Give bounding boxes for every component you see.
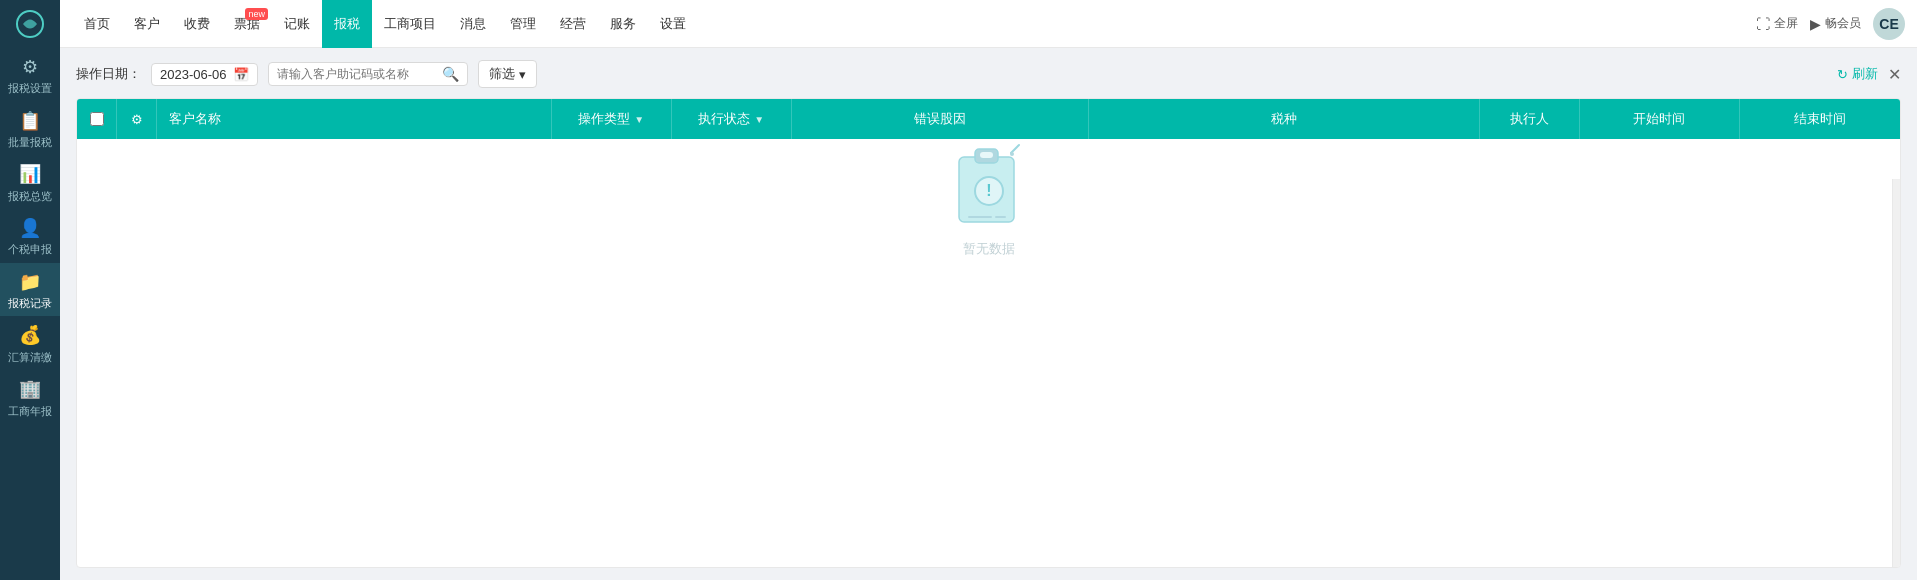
refresh-button[interactable]: ↻ 刷新: [1837, 65, 1878, 83]
th-end-time: 结束时间: [1740, 99, 1900, 139]
topnav-label-customer: 客户: [134, 15, 160, 33]
sidebar-label-batch-tax: 批量报税: [8, 135, 52, 149]
sidebar-logo: [0, 0, 60, 48]
fullscreen-label: 全屏: [1774, 15, 1798, 32]
topnav-label-service: 服务: [610, 15, 636, 33]
sidebar: ⚙ 报税设置 📋 批量报税 📊 报税总览 👤 个税申报 📁 报税记录 💰 汇算清…: [0, 0, 60, 580]
annual-report-icon: 🏢: [19, 378, 41, 401]
topnav-item-management[interactable]: 管理: [498, 0, 548, 48]
member-button[interactable]: ▶ 畅会员: [1810, 15, 1861, 32]
filter-button[interactable]: 筛选 ▾: [478, 60, 537, 88]
date-picker[interactable]: 2023-06-06 📅: [151, 63, 258, 86]
topnav-item-finance[interactable]: 经营: [548, 0, 598, 48]
th-settings[interactable]: ⚙: [117, 99, 157, 139]
sidebar-label-tax-overview: 报税总览: [8, 189, 52, 203]
empty-illustration: !: [949, 139, 1029, 234]
exec-status-filter-icon: ▼: [754, 114, 764, 125]
sidebar-item-batch-tax[interactable]: 📋 批量报税: [0, 102, 60, 156]
th-customer-name: 客户名称: [157, 99, 552, 139]
th-tax-type: 税种: [1089, 99, 1480, 139]
topnav-label-business: 工商项目: [384, 15, 436, 33]
topnav-item-billing[interactable]: 收费: [172, 0, 222, 48]
settings-icon: ⚙: [131, 112, 143, 127]
member-icon: ▶: [1810, 16, 1821, 32]
empty-state: ! 暂无数据: [77, 139, 1900, 258]
svg-line-8: [1011, 145, 1019, 153]
settlement-icon: 💰: [19, 324, 41, 347]
table-header: ⚙ 客户名称 操作类型 ▼ 执行状态 ▼ 错误股因 税种: [77, 99, 1900, 139]
toolbar-right: ↻ 刷新 ✕: [1837, 65, 1901, 84]
tax-settings-icon: ⚙: [22, 56, 38, 79]
batch-tax-icon: 📋: [19, 110, 41, 133]
topnav-item-invoice[interactable]: 票据new: [222, 0, 272, 48]
refresh-label: 刷新: [1852, 65, 1878, 83]
content-area: 操作日期： 2023-06-06 📅 🔍 筛选 ▾ ↻ 刷新 ✕: [60, 48, 1917, 580]
topnav-label-bookkeeping: 记账: [284, 15, 310, 33]
toolbar: 操作日期： 2023-06-06 📅 🔍 筛选 ▾ ↻ 刷新 ✕: [76, 60, 1901, 88]
topnav-item-bookkeeping[interactable]: 记账: [272, 0, 322, 48]
member-label: 畅会员: [1825, 15, 1861, 32]
topnav-item-business[interactable]: 工商项目: [372, 0, 448, 48]
topnav-item-settings[interactable]: 设置: [648, 0, 698, 48]
refresh-icon: ↻: [1837, 67, 1848, 82]
sidebar-item-settlement[interactable]: 💰 汇算清缴: [0, 316, 60, 370]
calendar-icon: 📅: [233, 67, 249, 82]
sidebar-label-settlement: 汇算清缴: [8, 350, 52, 364]
topnav-label-finance: 经营: [560, 15, 586, 33]
individual-tax-icon: 👤: [19, 217, 41, 240]
topnav-label-settings: 设置: [660, 15, 686, 33]
svg-point-9: [1010, 152, 1014, 156]
filter-label: 筛选: [489, 65, 515, 83]
sidebar-item-tax-overview[interactable]: 📊 报税总览: [0, 155, 60, 209]
sidebar-label-individual-tax: 个税申报: [8, 242, 52, 256]
main-area: 首页 客户 收费票据new 记账 报税 工商项目 消息 管理 经营 服务 设置 ⛶ 全屏 ▶ 畅会员…: [60, 0, 1917, 580]
op-type-filter-icon: ▼: [634, 114, 644, 125]
tax-overview-icon: 📊: [19, 163, 41, 186]
topnav-item-service[interactable]: 服务: [598, 0, 648, 48]
th-checkbox[interactable]: [77, 99, 117, 139]
svg-rect-3: [980, 152, 993, 158]
badge-new: new: [245, 8, 268, 21]
sidebar-item-tax-records[interactable]: 📁 报税记录: [0, 263, 60, 317]
th-start-time: 开始时间: [1580, 99, 1740, 139]
sidebar-item-individual-tax[interactable]: 👤 个税申报: [0, 209, 60, 263]
th-op-type[interactable]: 操作类型 ▼: [552, 99, 672, 139]
search-input[interactable]: [277, 67, 442, 81]
topnav-label-tax: 报税: [334, 15, 360, 33]
th-error-reason: 错误股因: [792, 99, 1089, 139]
topnav-right: ⛶ 全屏 ▶ 畅会员 CE: [1756, 8, 1905, 40]
data-table: ⚙ 客户名称 操作类型 ▼ 执行状态 ▼ 错误股因 税种: [76, 98, 1901, 568]
sidebar-label-tax-records: 报税记录: [8, 296, 52, 310]
search-box[interactable]: 🔍: [268, 62, 468, 86]
fullscreen-icon: ⛶: [1756, 16, 1770, 32]
topnav-label-home: 首页: [84, 15, 110, 33]
search-icon: 🔍: [442, 66, 459, 82]
topnav-item-home[interactable]: 首页: [72, 0, 122, 48]
sidebar-label-annual-report: 工商年报: [8, 404, 52, 418]
select-all-checkbox[interactable]: [90, 112, 104, 126]
topnav-label-message: 消息: [460, 15, 486, 33]
date-label: 操作日期：: [76, 65, 141, 83]
close-button[interactable]: ✕: [1888, 65, 1901, 84]
fullscreen-button[interactable]: ⛶ 全屏: [1756, 15, 1798, 32]
top-navigation: 首页 客户 收费票据new 记账 报税 工商项目 消息 管理 经营 服务 设置 ⛶ 全屏 ▶ 畅会员…: [60, 0, 1917, 48]
date-value: 2023-06-06: [160, 67, 227, 82]
table-body: ! 暂无数据: [77, 139, 1900, 567]
avatar[interactable]: CE: [1873, 8, 1905, 40]
th-exec-status[interactable]: 执行状态 ▼: [672, 99, 792, 139]
empty-text: 暂无数据: [963, 240, 1015, 258]
svg-text:!: !: [986, 182, 991, 199]
tax-records-icon: 📁: [19, 271, 41, 294]
topnav-item-tax[interactable]: 报税: [322, 0, 372, 48]
topnav-label-billing: 收费: [184, 15, 210, 33]
th-executor: 执行人: [1480, 99, 1580, 139]
chevron-down-icon: ▾: [519, 67, 526, 82]
sidebar-item-annual-report[interactable]: 🏢 工商年报: [0, 370, 60, 424]
topnav-label-management: 管理: [510, 15, 536, 33]
topnav-item-customer[interactable]: 客户: [122, 0, 172, 48]
sidebar-item-tax-settings[interactable]: ⚙ 报税设置: [0, 48, 60, 102]
topnav-item-message[interactable]: 消息: [448, 0, 498, 48]
sidebar-label-tax-settings: 报税设置: [8, 81, 52, 95]
scrollbar-track[interactable]: [1892, 179, 1900, 567]
